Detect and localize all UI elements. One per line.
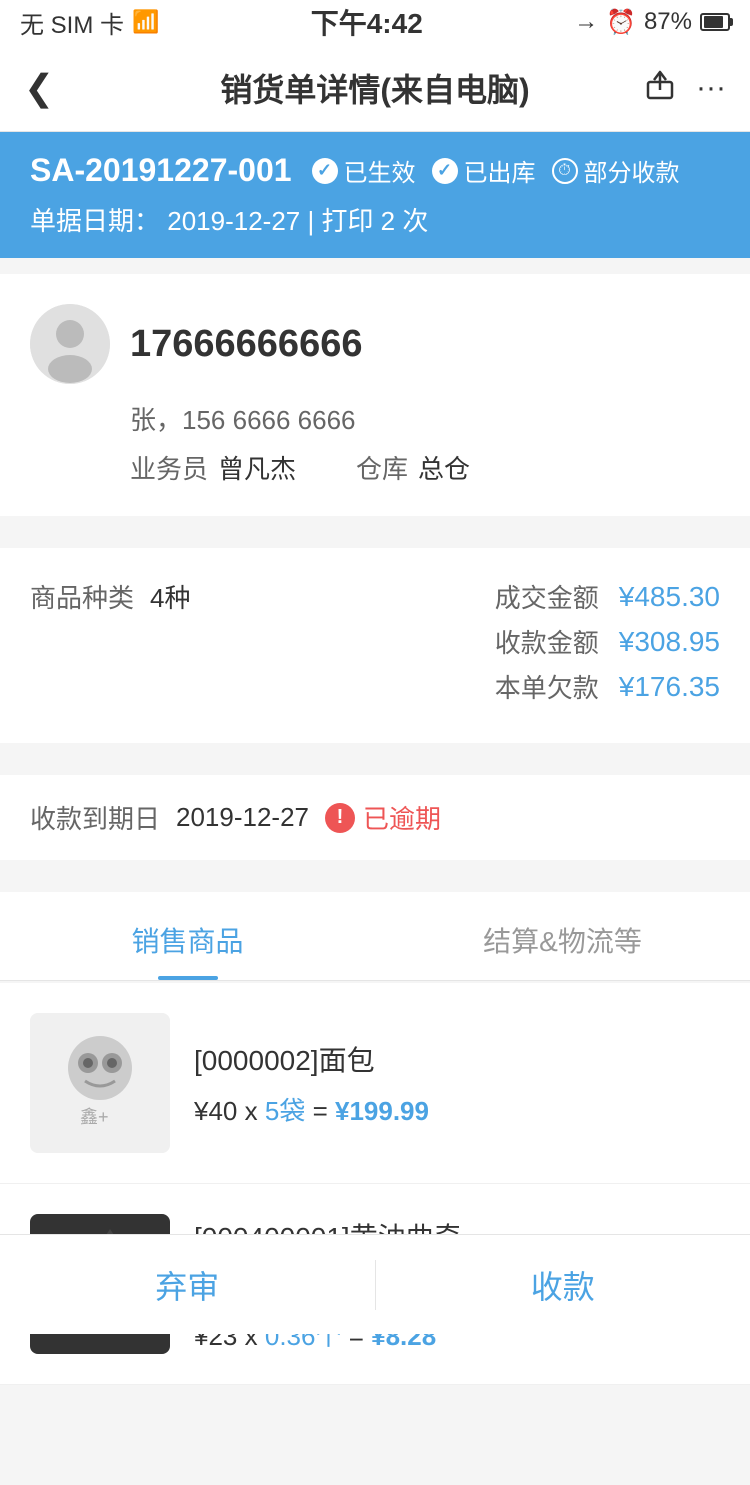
debt-row: 本单欠款 ¥176.35 [375, 668, 720, 705]
warehouse-label: 仓库 [356, 449, 408, 486]
order-date: 2019-12-27 [167, 206, 300, 236]
check-icon-1: ✓ [312, 158, 338, 184]
status-badge-partial: ⏱ 部分收款 [552, 153, 680, 188]
product-info-1: [0000002]面包 ¥40 x 5袋 = ¥199.99 [194, 1039, 720, 1128]
debt-value: ¥176.35 [619, 671, 720, 703]
bottom-bar: 弃审 收款 [0, 1234, 750, 1334]
avatar [30, 304, 110, 384]
equals-sign-1: = [313, 1096, 335, 1126]
status-bar: 无 SIM 卡 📶 下午4:42 → ⏰ 87% [0, 0, 750, 44]
received-row: 收款金额 ¥308.95 [375, 623, 720, 660]
location-icon: → [574, 8, 598, 36]
warehouse-name: 总仓 [418, 449, 470, 486]
clock-icon: ⏱ [552, 158, 578, 184]
product-thumbnail-1: 鑫+ [30, 1013, 170, 1153]
date-label: 单据日期： [30, 206, 160, 236]
product-name-1: [0000002]面包 [194, 1039, 720, 1079]
sales-label: 业务员 [130, 449, 208, 486]
header-bottom: 单据日期： 2019-12-27 | 打印 2 次 [30, 201, 720, 238]
tab-sales-products[interactable]: 销售商品 [0, 892, 375, 980]
salesperson-info: 业务员 曾凡杰 [130, 449, 296, 486]
transaction-value: ¥485.30 [619, 581, 720, 613]
due-date: 2019-12-27 [176, 802, 309, 833]
product-type-value: 4种 [150, 578, 190, 615]
product-price-1: ¥40 x 5袋 = ¥199.99 [194, 1091, 720, 1128]
stats-left: 商品种类 4种 [30, 578, 375, 619]
abandon-review-button[interactable]: 弃审 [0, 1235, 375, 1334]
status-left: 无 SIM 卡 📶 [20, 5, 159, 40]
back-button[interactable]: ❮ [14, 57, 64, 119]
debt-label: 本单欠款 [495, 668, 599, 705]
nav-actions: ··· [644, 68, 726, 108]
status-right: → ⏰ 87% [574, 8, 730, 37]
customer-phone: 17666666666 [130, 323, 362, 366]
divider-3 [0, 759, 750, 775]
warehouse-info: 仓库 总仓 [356, 449, 470, 486]
header-top: SA-20191227-001 ✓ 已生效 ✓ 已出库 ⏱ 部分收款 [30, 152, 720, 189]
svg-text:鑫+: 鑫+ [80, 1107, 109, 1127]
product-type-label: 商品种类 [30, 578, 134, 615]
order-id: SA-20191227-001 [30, 152, 292, 189]
transaction-row: 成交金额 ¥485.30 [375, 578, 720, 615]
status-badge-shipped: ✓ 已出库 [432, 153, 536, 188]
status-badges: ✓ 已生效 ✓ 已出库 ⏱ 部分收款 [312, 153, 680, 188]
stats-right: 成交金额 ¥485.30 收款金额 ¥308.95 本单欠款 ¥176.35 [375, 578, 720, 713]
battery-percent: 87% [644, 8, 692, 36]
status-badge-effective: ✓ 已生效 [312, 153, 416, 188]
share-button[interactable] [644, 68, 676, 108]
customer-section: 17666666666 张，156 6666 6666 业务员 曾凡杰 仓库 总… [0, 274, 750, 516]
stats-section: 商品种类 4种 成交金额 ¥485.30 收款金额 ¥308.95 本单欠款 ¥… [0, 548, 750, 743]
sales-name: 曾凡杰 [218, 449, 296, 486]
overdue-badge: ! 已逾期 [325, 799, 441, 836]
product-qty-1: 5袋 [265, 1096, 305, 1126]
header-banner: SA-20191227-001 ✓ 已生效 ✓ 已出库 ⏱ 部分收款 单据日期：… [0, 132, 750, 258]
time-display: 下午4:42 [311, 2, 423, 42]
overdue-label: 已逾期 [363, 799, 441, 836]
due-section: 收款到期日 2019-12-27 ! 已逾期 [0, 775, 750, 860]
customer-name-phone: 张，156 6666 6666 [30, 400, 720, 437]
tabs: 销售商品 结算&物流等 [0, 892, 750, 981]
overdue-icon: ! [325, 803, 355, 833]
divider-1 [0, 258, 750, 274]
list-item: 鑫+ [0000002]面包 ¥40 x 5袋 = ¥199.99 [0, 983, 750, 1184]
check-icon-2: ✓ [432, 158, 458, 184]
nav-bar: ❮ 销货单详情(来自电脑) ··· [0, 44, 750, 132]
nav-title: 销货单详情(来自电脑) [220, 65, 529, 111]
product-total-1: ¥199.99 [335, 1096, 429, 1126]
received-label: 收款金额 [495, 623, 599, 660]
wifi-icon: 📶 [132, 9, 159, 35]
customer-meta: 业务员 曾凡杰 仓库 总仓 [30, 449, 720, 486]
divider-2 [0, 532, 750, 548]
collect-payment-button[interactable]: 收款 [376, 1235, 750, 1334]
product-type-row: 商品种类 4种 [30, 578, 375, 615]
carrier-text: 无 SIM 卡 [20, 5, 124, 40]
product-unit-price-1: ¥40 [194, 1096, 237, 1126]
divider-4 [0, 876, 750, 892]
transaction-label: 成交金额 [495, 578, 599, 615]
due-label: 收款到期日 [30, 799, 160, 836]
customer-row: 17666666666 [30, 304, 720, 384]
tab-settlement[interactable]: 结算&物流等 [375, 892, 750, 980]
alarm-icon: ⏰ [606, 8, 636, 37]
print-info: | 打印 2 次 [307, 206, 428, 236]
battery-icon [700, 13, 730, 31]
received-value: ¥308.95 [619, 626, 720, 658]
multiply-sign-1: x [245, 1096, 265, 1126]
more-button[interactable]: ··· [696, 71, 726, 105]
